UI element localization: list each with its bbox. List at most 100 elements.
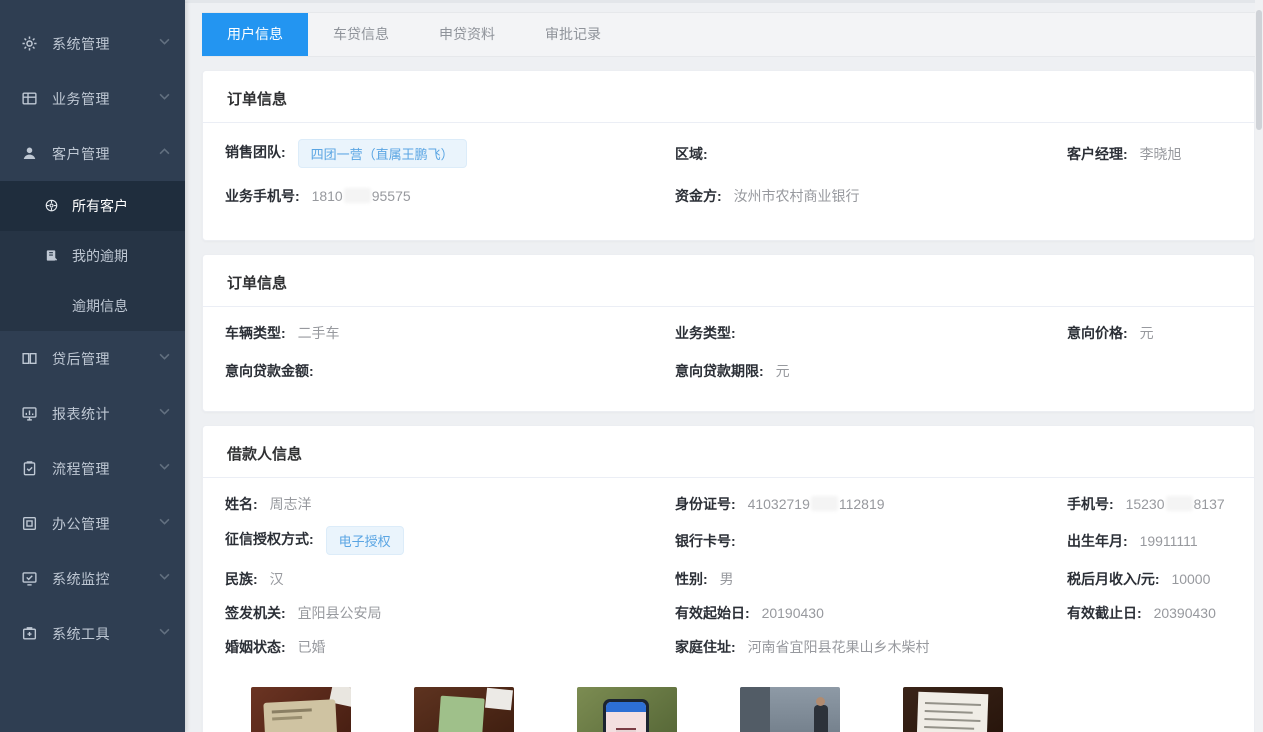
tab-bar: 用户信息 车贷信息 申贷资料 审批记录 — [202, 12, 1255, 57]
chevron-down-icon — [159, 38, 171, 50]
customer-management-submenu: 所有客户 我的逾期 逾期信息 — [0, 181, 185, 331]
redaction-blur — [344, 188, 371, 203]
clipboard-icon — [20, 460, 38, 478]
sidebar-subitem-label: 逾期信息 — [72, 296, 128, 316]
sidebar-item-label: 系统管理 — [52, 34, 159, 54]
card-divider — [203, 122, 1254, 123]
grid-icon — [20, 90, 38, 108]
field-region: 区域: — [675, 144, 1067, 164]
field-business-type: 业务类型: — [675, 323, 1067, 343]
sidebar-item-postloan-management[interactable]: 贷后管理 — [0, 331, 185, 386]
redaction-blur — [811, 496, 838, 511]
sidebar-item-label: 客户管理 — [52, 144, 159, 164]
wheel-icon — [44, 198, 60, 214]
field-valid-from: 有效起始日: 20190430 — [675, 603, 1067, 623]
person-with-car-photo-thumbnail — [740, 687, 840, 732]
sidebar-item-office-management[interactable]: 办公管理 — [0, 496, 185, 551]
sidebar-subitem-my-overdue[interactable]: 我的逾期 — [0, 231, 185, 281]
monitor-check-icon — [20, 570, 38, 588]
gear-icon — [20, 35, 38, 53]
green-booklet-photo[interactable] — [414, 687, 514, 732]
phone-qr-code-photo[interactable] — [577, 687, 677, 732]
credit-auth-tag: 电子授权 — [326, 526, 404, 555]
field-id-number: 身份证号: 41032719112819 — [675, 494, 1067, 514]
chevron-down-icon — [159, 408, 171, 420]
sidebar-item-label: 流程管理 — [52, 459, 159, 479]
green-booklet-photo-thumbnail — [414, 687, 514, 732]
sidebar-subitem-label: 所有客户 — [72, 196, 128, 216]
sidebar-item-label: 系统工具 — [52, 624, 159, 644]
sidebar-subitem-overdue-info[interactable]: 逾期信息 — [0, 281, 185, 331]
field-intent-price: 意向价格: 元 — [1067, 323, 1232, 343]
field-funder: 资金方: 汝州市农村商业银行 — [675, 186, 1067, 206]
chevron-down-icon — [159, 573, 171, 585]
sidebar-item-process-management[interactable]: 流程管理 — [0, 441, 185, 496]
notebook-icon — [44, 248, 60, 264]
field-bank-card-number: 银行卡号: — [675, 531, 1067, 551]
sales-team-tag[interactable]: 四团一营（直属王鹏飞） — [298, 139, 467, 168]
field-monthly-income: 税后月收入/元: 10000 — [1067, 569, 1232, 589]
card-divider — [203, 477, 1254, 478]
sidebar-item-label: 办公管理 — [52, 514, 159, 534]
user-icon — [20, 145, 38, 163]
chevron-down-icon — [159, 463, 171, 475]
field-vehicle-type: 车辆类型: 二手车 — [225, 323, 675, 343]
field-valid-to: 有效截止日: 20390430 — [1067, 603, 1232, 623]
sidebar-item-system-management[interactable]: 系统管理 — [0, 16, 185, 71]
borrower-info-card: 借款人信息 姓名: 周志洋 身份证号: 41032719112819 手机号: … — [202, 425, 1255, 732]
handwritten-document-photo-thumbnail — [903, 687, 1003, 732]
id-card-photo-thumbnail — [251, 687, 351, 732]
main-content: 用户信息 车贷信息 申贷资料 审批记录 订单信息 销售团队: 四团一营（直属王鹏… — [185, 0, 1263, 732]
plus-box-icon — [20, 625, 38, 643]
chevron-up-icon — [159, 148, 171, 160]
sidebar-item-customer-management[interactable]: 客户管理 — [0, 126, 185, 181]
card-divider — [203, 306, 1254, 307]
field-name: 姓名: 周志洋 — [225, 494, 675, 514]
square-in-square-icon — [20, 515, 38, 533]
field-issuing-authority: 签发机关: 宜阳县公安局 — [225, 603, 675, 623]
sidebar-item-label: 系统监控 — [52, 569, 159, 589]
card-title: 订单信息 — [225, 255, 1232, 306]
tab-user-info[interactable]: 用户信息 — [202, 13, 308, 56]
scrollbar-thumb[interactable] — [1256, 10, 1262, 130]
field-account-manager: 客户经理: 李晓旭 — [1067, 144, 1232, 164]
chevron-down-icon — [159, 628, 171, 640]
chevron-down-icon — [159, 353, 171, 365]
sidebar-item-business-management[interactable]: 业务管理 — [0, 71, 185, 126]
sidebar-subitem-label: 我的逾期 — [72, 246, 128, 266]
field-sales-team: 销售团队: 四团一营（直属王鹏飞） — [225, 139, 675, 168]
redaction-blur — [1166, 496, 1193, 511]
sidebar-item-label: 业务管理 — [52, 89, 159, 109]
field-gender: 性别: 男 — [675, 569, 1067, 589]
tab-car-loan-info[interactable]: 车贷信息 — [308, 13, 414, 56]
tab-approval-records[interactable]: 审批记录 — [520, 13, 626, 56]
sidebar-item-label: 贷后管理 — [52, 349, 159, 369]
person-with-car-photo[interactable] — [740, 687, 840, 732]
field-birth-date: 出生年月: 19911111 — [1067, 531, 1232, 551]
id-card-photo[interactable] — [251, 687, 351, 732]
card-title: 订单信息 — [225, 71, 1232, 122]
chevron-down-icon — [159, 518, 171, 530]
document-photo-row — [251, 687, 1232, 732]
top-divider — [185, 0, 1263, 3]
tab-loan-application-materials[interactable]: 申贷资料 — [414, 13, 520, 56]
order-info-card-2: 订单信息 车辆类型: 二手车 业务类型: 意向价格: 元 意向贷款金额: — [202, 254, 1255, 412]
monitor-chart-icon — [20, 405, 38, 423]
sidebar-item-label: 报表统计 — [52, 404, 159, 424]
sidebar-subitem-all-customers[interactable]: 所有客户 — [0, 181, 185, 231]
sidebar-item-report-statistics[interactable]: 报表统计 — [0, 386, 185, 441]
open-book-icon — [20, 350, 38, 368]
sidebar-item-system-monitoring[interactable]: 系统监控 — [0, 551, 185, 606]
sidebar: 系统管理 业务管理 客户管理 — [0, 0, 185, 732]
handwritten-document-photo[interactable] — [903, 687, 1003, 732]
order-info-card-1: 订单信息 销售团队: 四团一营（直属王鹏飞） 区域: 客户经理: 李晓旭 业 — [202, 70, 1255, 241]
field-home-address: 家庭住址: 河南省宜阳县花果山乡木柴村 — [675, 637, 1067, 657]
card-title: 借款人信息 — [225, 426, 1232, 477]
field-credit-auth-method: 征信授权方式: 电子授权 — [225, 526, 675, 555]
field-marital-status: 婚姻状态: 已婚 — [225, 637, 675, 657]
field-intent-loan-term: 意向贷款期限: 元 — [675, 361, 1067, 381]
field-business-phone: 业务手机号: 181095575 — [225, 186, 675, 206]
chevron-down-icon — [159, 93, 171, 105]
vertical-scrollbar[interactable] — [1255, 0, 1263, 732]
sidebar-item-system-tools[interactable]: 系统工具 — [0, 606, 185, 661]
